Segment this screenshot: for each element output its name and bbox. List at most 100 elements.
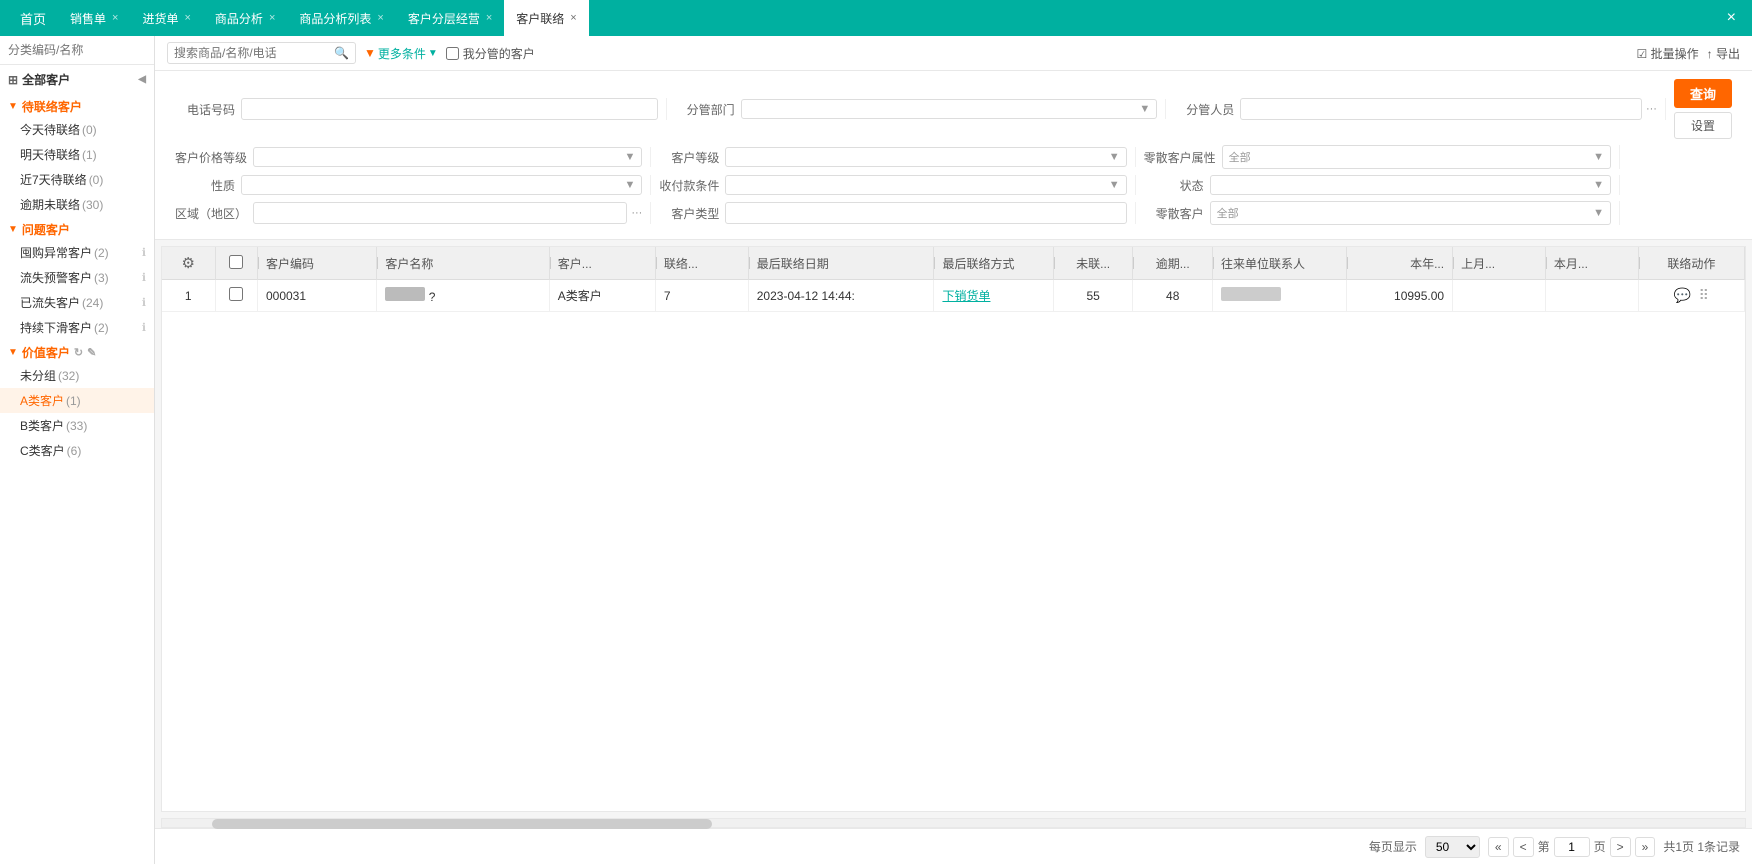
customer-name-suffix: ? — [429, 290, 436, 304]
sidebar-group-problem[interactable]: ▼ 问题客户 — [0, 217, 154, 240]
nav-product-list[interactable]: 商品分析列表 × — [287, 0, 395, 36]
table-scrollbar-thumb[interactable] — [212, 819, 712, 829]
filter-search-input[interactable] — [174, 46, 334, 60]
my-customers-checkbox[interactable] — [446, 47, 459, 60]
select-all-checkbox[interactable] — [229, 255, 243, 269]
sidebar-item-churned[interactable]: 已流失客户 (24) ℹ — [0, 290, 154, 315]
qrcode-icon[interactable]: ⠿ — [1699, 287, 1709, 303]
settings-button[interactable]: 设置 — [1674, 112, 1732, 139]
customer-level-label: 客户等级 — [659, 149, 719, 166]
row-checkbox[interactable] — [229, 287, 243, 301]
close-all-button[interactable]: × — [1719, 9, 1744, 27]
col-company-header: 往来单位联系人 — [1212, 247, 1346, 280]
sidebar-item-abnormal[interactable]: 囤购异常客户 (2) ℹ — [0, 240, 154, 265]
filter-icon: ▼ — [364, 46, 376, 60]
last-method-link[interactable]: 下销货单 — [942, 289, 990, 303]
sidebar-item-tomorrow-pending[interactable]: 明天待联络 (1) — [0, 142, 154, 167]
sidebar-item-c-class[interactable]: C类客户 (6) — [0, 438, 154, 463]
filter-search-icon[interactable]: 🔍 — [334, 46, 349, 60]
region-more-btn[interactable]: ··· — [631, 207, 642, 219]
nav-sales[interactable]: 销售单 × — [58, 0, 130, 36]
filter-row-3: 性质 ▼ 收付款条件 ▼ 状态 ▼ — [167, 175, 1740, 195]
price-level-select[interactable]: ▼ — [253, 147, 642, 167]
export-button[interactable]: ↑ 导出 — [1707, 45, 1740, 62]
sidebar-item-b-class[interactable]: B类客户 (33) — [0, 413, 154, 438]
sidebar-group-value[interactable]: ▼ 价值客户 ↻ ✎ — [0, 340, 154, 363]
row-last-month — [1453, 280, 1546, 312]
edit-icon[interactable]: ✎ — [87, 346, 96, 359]
close-sales-icon[interactable]: × — [112, 12, 118, 24]
col-thisyear-header: 本年... — [1346, 247, 1452, 280]
nav-customer-tier[interactable]: 客户分层经营 × — [396, 0, 504, 36]
filter-more-button[interactable]: ▼ 更多条件 ▼ — [364, 45, 438, 62]
per-page-label: 每页显示 — [1369, 838, 1417, 855]
retail-attr-select[interactable]: 全部▼ — [1222, 145, 1611, 169]
filter-cell-customer-level: 客户等级 ▼ — [651, 147, 1135, 167]
sidebar-item-churn-warning[interactable]: 流失预警客户 (3) ℹ — [0, 265, 154, 290]
status-select[interactable]: ▼ — [1210, 175, 1611, 195]
table-settings-icon[interactable]: ⚙ — [182, 255, 195, 272]
sidebar-item-overdue-pending[interactable]: 逾期未联络 (30) — [0, 192, 154, 217]
close-product-list-icon[interactable]: × — [377, 12, 383, 24]
my-customers-filter[interactable]: 我分管的客户 — [446, 45, 535, 62]
filter-cell-payment: 收付款条件 ▼ — [651, 175, 1135, 195]
customer-type-input[interactable] — [725, 202, 1126, 224]
phone-input[interactable] — [241, 98, 658, 120]
sidebar-item-declining[interactable]: 持续下滑客户 (2) ℹ — [0, 315, 154, 340]
comment-icon[interactable]: 💬 — [1674, 287, 1691, 303]
arrow-down-icon-2: ▼ — [8, 224, 18, 235]
data-table: ⚙ 客户编码 客户名称 — [162, 247, 1745, 312]
nav-customer-contact[interactable]: 客户联络 × — [504, 0, 588, 36]
sidebar-all-customers[interactable]: ⊞ 全部客户 ◀ — [0, 65, 154, 94]
nav-purchase[interactable]: 进货单 × — [130, 0, 202, 36]
query-button[interactable]: 查询 — [1674, 79, 1732, 108]
sidebar-item-week-pending[interactable]: 近7天待联络 (0) — [0, 167, 154, 192]
nav-home[interactable]: 首页 — [8, 0, 58, 36]
close-customer-tier-icon[interactable]: × — [486, 12, 492, 24]
close-purchase-icon[interactable]: × — [184, 12, 190, 24]
table-scrollbar[interactable] — [161, 818, 1746, 828]
filter-row-2: 客户价格等级 ▼ 客户等级 ▼ 零散客户属性 全部▼ — [167, 145, 1740, 169]
page-label: 第 — [1538, 838, 1550, 855]
row-this-month — [1545, 280, 1638, 312]
table-row: 1 000031 ? A类客户 7 2023-04-12 14:44: — [162, 280, 1745, 312]
sidebar-group-pending[interactable]: ▼ 待联络客户 — [0, 94, 154, 117]
row-this-year: 10995.00 — [1346, 280, 1452, 312]
company-name-blurred — [1221, 287, 1281, 301]
refresh-icon[interactable]: ↻ — [74, 346, 83, 359]
page-number-input[interactable] — [1554, 837, 1590, 857]
pagination-nav: « < 第 页 > » — [1488, 837, 1655, 857]
filter-cell-customer-type: 客户类型 — [651, 202, 1135, 224]
row-last-date: 2023-04-12 14:44: — [748, 280, 934, 312]
sidebar-item-a-class[interactable]: A类客户 (1) — [0, 388, 154, 413]
manager-input[interactable] — [1240, 98, 1642, 120]
row-unlinkd: 55 — [1053, 280, 1133, 312]
next-page-button[interactable]: > — [1610, 837, 1631, 857]
retail-select[interactable]: 全部▼ — [1210, 201, 1611, 225]
manager-more-btn[interactable]: ··· — [1646, 103, 1657, 115]
last-page-button[interactable]: » — [1635, 837, 1656, 857]
row-level: A类客户 — [549, 280, 655, 312]
prev-page-button[interactable]: < — [1513, 837, 1534, 857]
dept-select[interactable]: ▼ — [741, 99, 1158, 119]
first-page-button[interactable]: « — [1488, 837, 1509, 857]
customer-level-select[interactable]: ▼ — [725, 147, 1126, 167]
payment-select[interactable]: ▼ — [725, 175, 1126, 195]
grid-icon: ⊞ — [8, 73, 18, 87]
arrow-down-icon: ▼ — [8, 101, 18, 112]
batch-op-button[interactable]: ☑ 批量操作 — [1637, 45, 1699, 62]
close-customer-contact-icon[interactable]: × — [570, 12, 576, 24]
query-buttons: 查询 设置 — [1666, 79, 1740, 139]
sidebar-item-today-pending[interactable]: 今天待联络 (0) — [0, 117, 154, 142]
dept-label: 分管部门 — [675, 101, 735, 118]
region-input[interactable] — [253, 202, 627, 224]
row-overdue: 48 — [1133, 280, 1213, 312]
sidebar-search-input[interactable] — [8, 43, 155, 57]
close-product-analysis-icon[interactable]: × — [269, 12, 275, 24]
nav-product-analysis[interactable]: 商品分析 × — [203, 0, 287, 36]
nature-select[interactable]: ▼ — [241, 175, 642, 195]
sidebar-item-unsorted[interactable]: 未分组 (32) — [0, 363, 154, 388]
filter-cell-manager: 分管人员 ··· — [1166, 98, 1666, 120]
help-icon-3: ℹ — [142, 296, 146, 309]
per-page-select[interactable]: 50 100 200 — [1425, 836, 1480, 858]
